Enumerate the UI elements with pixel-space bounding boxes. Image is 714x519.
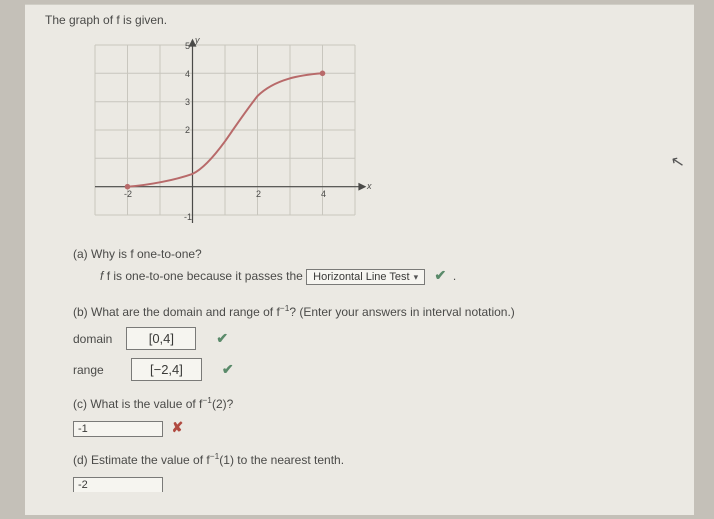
range-row: range [−2,4] ✔: [73, 358, 674, 381]
svg-text:3: 3: [185, 97, 190, 107]
worksheet-page: The graph of f is given.: [25, 4, 694, 515]
domain-label: domain: [73, 332, 112, 346]
check-icon: ✔: [222, 361, 234, 378]
range-label: range: [73, 363, 117, 377]
range-input[interactable]: [−2,4]: [131, 358, 202, 381]
svg-text:x: x: [366, 181, 372, 191]
answer-a: f f is one-to-one because it passes the …: [100, 267, 674, 285]
svg-text:-1: -1: [184, 212, 192, 222]
svg-text:5: 5: [185, 41, 190, 51]
check-icon: ✔: [434, 267, 446, 283]
answer-d-row: -2: [45, 473, 674, 493]
svg-text:4: 4: [321, 189, 326, 199]
cross-icon: ✘: [171, 419, 183, 435]
question-b: (b) What are the domain and range of f−1…: [73, 303, 674, 319]
svg-text:y: y: [194, 35, 200, 45]
domain-input[interactable]: [0,4]: [126, 327, 196, 350]
question-c: (c) What is the value of f−1(2)?: [73, 395, 674, 411]
answer-c-row: -1 ✘: [45, 417, 674, 437]
svg-text:-2: -2: [124, 189, 132, 199]
question-d: (d) Estimate the value of f−1(1) to the …: [73, 451, 674, 467]
graph-svg: -2 2 4 -1 2 3 4 5 x y: [75, 35, 375, 230]
horizontal-line-dropdown[interactable]: Horizontal Line Test▾: [306, 269, 425, 285]
question-a: (a) Why is f one-to-one?: [73, 247, 674, 261]
c-input[interactable]: -1: [73, 421, 163, 437]
svg-text:2: 2: [185, 125, 190, 135]
graph-plot: -2 2 4 -1 2 3 4 5 x y: [75, 35, 674, 235]
prompt-text: The graph of f is given.: [45, 13, 674, 27]
check-icon: ✔: [216, 330, 228, 347]
d-input[interactable]: -2: [73, 477, 163, 492]
domain-row: domain [0,4] ✔: [73, 327, 674, 350]
svg-text:4: 4: [185, 69, 190, 79]
chevron-down-icon: ▾: [414, 272, 419, 283]
svg-text:2: 2: [256, 189, 261, 199]
